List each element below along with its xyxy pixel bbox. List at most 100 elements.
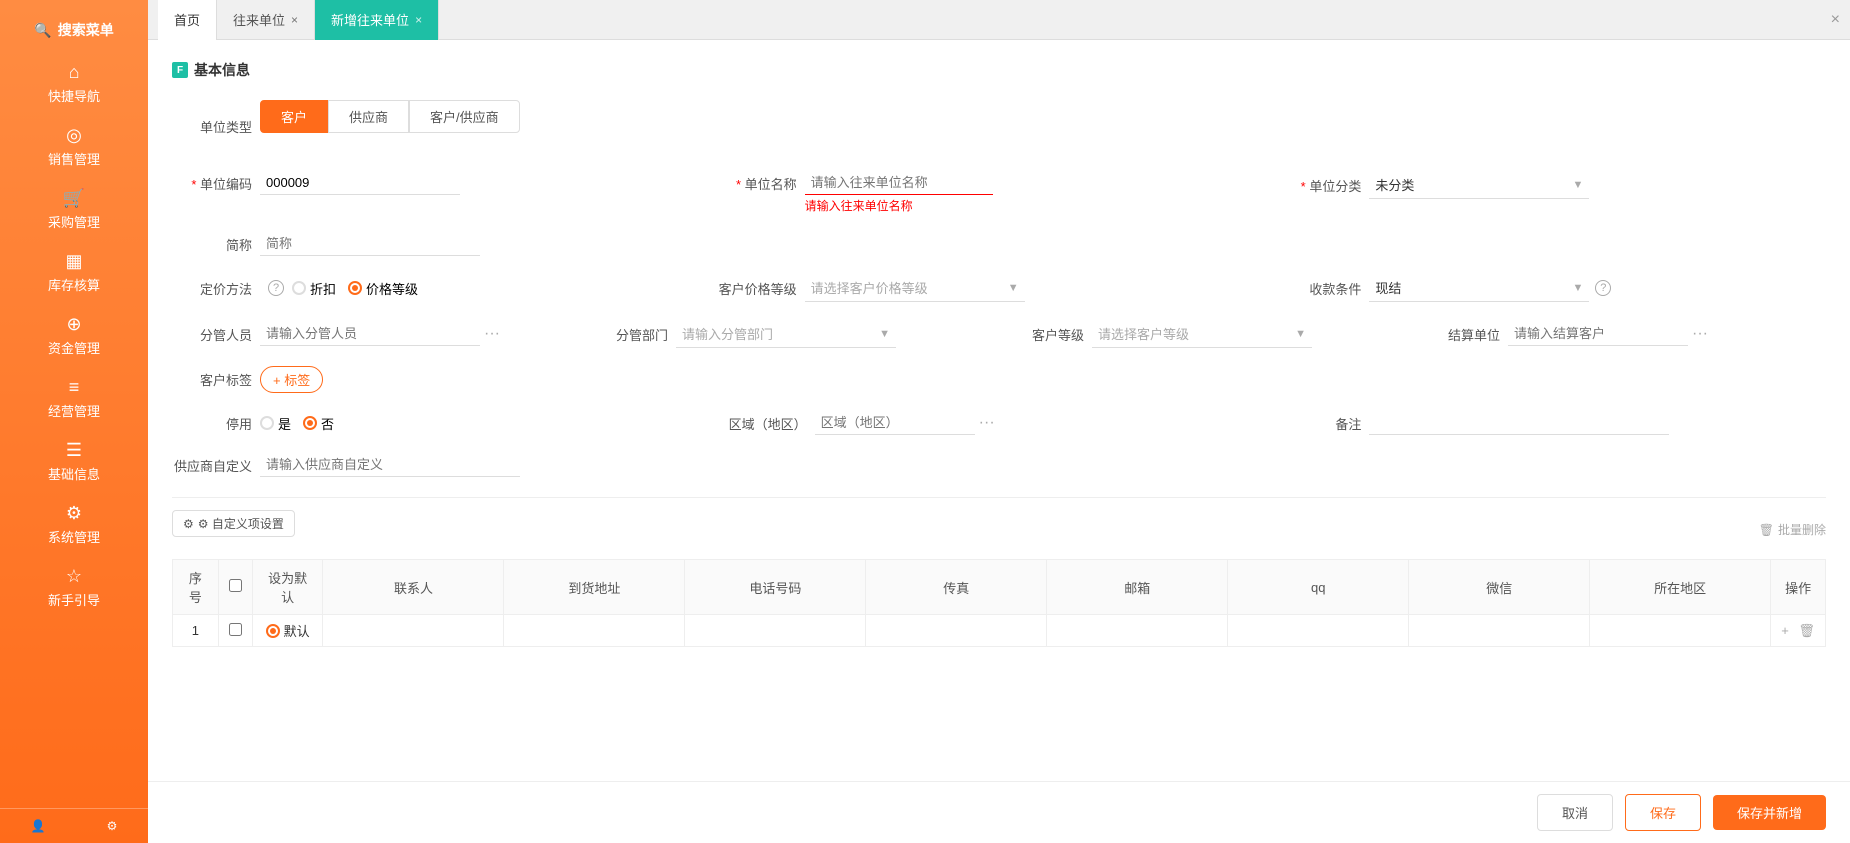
short-name-input[interactable] <box>260 232 480 256</box>
disabled-yes-radio[interactable]: 是 <box>260 414 291 433</box>
add-tag-button[interactable]: + 标签 <box>260 366 323 393</box>
region-input[interactable] <box>815 411 975 435</box>
customer-price-select[interactable]: 请选择客户价格等级 ▼ <box>805 274 1025 302</box>
manager-row: 分管人员 ··· 分管部门 请输入分管部门 ▼ 客户等级 请选择客户等级 ▼ 结… <box>172 320 1826 348</box>
fax-input[interactable] <box>876 623 1036 638</box>
col-region: 所在地区 <box>1590 560 1771 615</box>
type-btn-customer[interactable]: 客户 <box>260 100 328 133</box>
payment-terms-select[interactable]: 现结 ▼ <box>1369 274 1589 302</box>
sidebar-item-system[interactable]: ⚙ 系统管理 <box>0 493 148 556</box>
sidebar-item-sales[interactable]: ◎ 销售管理 <box>0 115 148 178</box>
delete-row-icon[interactable]: 🗑 <box>1798 623 1815 638</box>
cell-email[interactable] <box>1047 615 1228 647</box>
chevron-down-icon: ▼ <box>1572 179 1583 191</box>
short-name-label: 简称 <box>172 235 252 254</box>
sidebar-label-purchase: 采购管理 <box>48 212 100 231</box>
cell-phone[interactable] <box>685 615 866 647</box>
cell-default[interactable]: 默认 <box>252 615 323 647</box>
sidebar-user[interactable]: 👤 <box>31 819 46 833</box>
unit-code-input[interactable] <box>260 171 460 195</box>
address-input[interactable] <box>514 623 674 638</box>
customer-level-field: 客户等级 请选择客户等级 ▼ <box>1004 320 1410 348</box>
customer-level-select[interactable]: 请选择客户等级 ▼ <box>1092 320 1312 348</box>
sidebar-item-basics[interactable]: ☰ 基础信息 <box>0 430 148 493</box>
cancel-button[interactable]: 取消 <box>1537 794 1613 831</box>
global-close-icon[interactable]: × <box>1831 11 1840 29</box>
tab-partner-close[interactable]: × <box>291 13 298 27</box>
type-btn-both[interactable]: 客户/供应商 <box>409 100 520 133</box>
chevron-down-icon2: ▼ <box>1008 282 1019 294</box>
sidebar-label-inventory: 库存核算 <box>48 275 100 294</box>
cell-qq[interactable] <box>1228 615 1409 647</box>
add-row-icon[interactable]: + <box>1781 623 1789 638</box>
cell-fax[interactable] <box>866 615 1047 647</box>
cell-contact[interactable] <box>323 615 504 647</box>
tab-new-partner-label: 新增往来单位 <box>331 10 409 29</box>
disabled-yes-circle <box>260 416 274 430</box>
sidebar-item-guide[interactable]: ☆ 新手引导 <box>0 556 148 619</box>
select-all-checkbox[interactable] <box>229 579 242 592</box>
batch-delete-btn[interactable]: 🗑 批量删除 <box>1759 521 1826 538</box>
sidebar-label-operations: 经营管理 <box>48 401 100 420</box>
sidebar-item-operations[interactable]: ≡ 经营管理 <box>0 367 148 430</box>
discount-radio[interactable]: 折扣 <box>292 279 336 298</box>
wechat-input[interactable] <box>1419 623 1579 638</box>
sidebar-item-quick-nav[interactable]: ⌂ 快捷导航 <box>0 52 148 115</box>
cell-region[interactable] <box>1590 615 1771 647</box>
dept-placeholder: 请输入分管部门 <box>682 324 773 343</box>
row-checkbox[interactable] <box>229 623 242 636</box>
save-new-button[interactable]: 保存并新增 <box>1713 795 1826 830</box>
price-level-radio[interactable]: 价格等级 <box>348 279 418 298</box>
unit-type-label: 单位类型 <box>172 117 252 136</box>
col-phone: 电话号码 <box>685 560 866 615</box>
sidebar-item-purchase[interactable]: 🛒 采购管理 <box>0 178 148 241</box>
default-radio-circle <box>266 624 280 638</box>
region-more-btn[interactable]: ··· <box>979 414 995 432</box>
customer-price-field: 客户价格等级 请选择客户价格等级 ▼ <box>717 274 1262 302</box>
region-input2[interactable] <box>1600 623 1760 638</box>
search-icon: 🔍 <box>34 22 51 39</box>
remark-field: 备注 <box>1281 411 1826 435</box>
sidebar-item-finance[interactable]: ⊕ 资金管理 <box>0 304 148 367</box>
remark-input[interactable] <box>1369 411 1669 435</box>
unit-category-select[interactable]: 未分类 ▼ <box>1369 171 1589 199</box>
sidebar-item-inventory[interactable]: ▦ 库存核算 <box>0 241 148 304</box>
tab-partner[interactable]: 往来单位 × <box>217 0 315 40</box>
disabled-no-radio[interactable]: 否 <box>303 414 334 433</box>
qq-input[interactable] <box>1238 623 1398 638</box>
cell-action[interactable]: + 🗑 <box>1771 615 1826 647</box>
manager-more-btn[interactable]: ··· <box>484 325 500 343</box>
email-input[interactable] <box>1057 623 1217 638</box>
short-name-row: 简称 <box>172 232 1826 256</box>
unit-code-name-row: 单位编码 单位名称 请输入往来单位名称 单位分类 未分类 ▼ <box>172 171 1826 214</box>
payment-help-icon[interactable]: ? <box>1595 280 1611 296</box>
cell-wechat[interactable] <box>1409 615 1590 647</box>
table-header: 序号 设为默认 联系人 到货地址 电话号码 传真 邮箱 qq 微信 所在地区 操… <box>173 560 1826 615</box>
cell-check[interactable] <box>218 615 252 647</box>
unit-name-input[interactable] <box>805 171 993 195</box>
save-button[interactable]: 保存 <box>1625 794 1701 831</box>
sidebar-settings[interactable]: ⚙ <box>107 819 118 833</box>
supplier-custom-input[interactable] <box>260 453 520 477</box>
cell-address[interactable] <box>504 615 685 647</box>
tab-home[interactable]: 首页 <box>158 0 217 40</box>
manager-input[interactable] <box>260 322 480 346</box>
contact-input[interactable] <box>333 623 493 638</box>
tab-new-partner-close[interactable]: × <box>415 13 422 27</box>
dept-select[interactable]: 请输入分管部门 ▼ <box>676 320 896 348</box>
pricing-help-icon[interactable]: ? <box>268 280 284 296</box>
pricing-method-label: 定价方法 <box>172 279 252 298</box>
phone-input[interactable] <box>695 623 855 638</box>
discount-label: 折扣 <box>310 279 336 298</box>
sidebar-label-quick-nav: 快捷导航 <box>48 86 100 105</box>
type-btn-supplier[interactable]: 供应商 <box>328 100 409 133</box>
region-label: 区域（地区） <box>727 414 807 433</box>
default-radio[interactable]: 默认 <box>263 621 313 640</box>
disabled-yes-label: 是 <box>278 414 291 433</box>
inventory-icon: ▦ <box>65 251 82 272</box>
search-menu-item[interactable]: 🔍 搜索菜单 <box>0 8 148 52</box>
custom-settings-btn[interactable]: ⚙ ⚙ 自定义项设置 <box>172 510 295 537</box>
tab-new-partner[interactable]: 新增往来单位 × <box>315 0 439 40</box>
settlement-input[interactable] <box>1508 322 1688 346</box>
settlement-more-btn[interactable]: ··· <box>1692 325 1708 343</box>
